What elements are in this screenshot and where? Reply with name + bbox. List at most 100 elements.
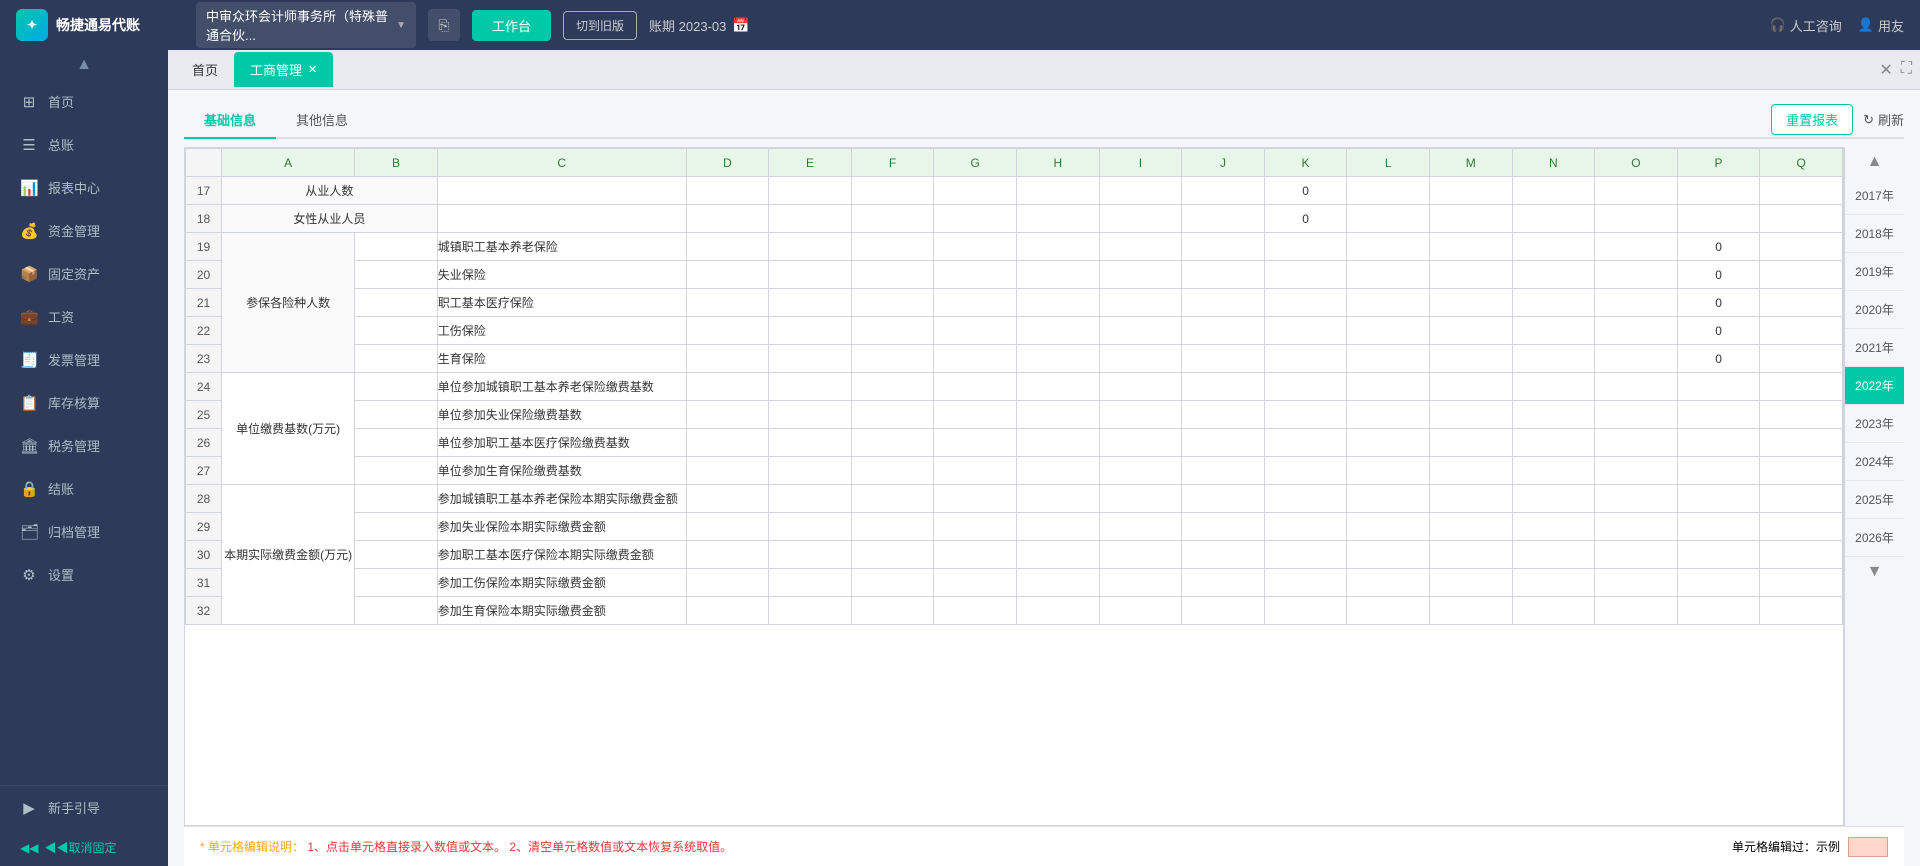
cell-23-c[interactable]: 生育保险 bbox=[437, 345, 686, 373]
cell-26-g[interactable] bbox=[934, 429, 1017, 457]
cell-28-h[interactable] bbox=[1016, 485, 1099, 513]
cell-32-o[interactable] bbox=[1595, 597, 1678, 625]
cell-31-k[interactable] bbox=[1264, 569, 1347, 597]
cell-19-k[interactable] bbox=[1264, 233, 1347, 261]
year-2017[interactable]: 2017年 bbox=[1845, 177, 1904, 215]
cell-29-n[interactable] bbox=[1512, 513, 1595, 541]
year-2021[interactable]: 2021年 bbox=[1845, 329, 1904, 367]
sidebar-scroll-up[interactable]: ▲ bbox=[0, 50, 168, 80]
cell-23-g[interactable] bbox=[934, 345, 1017, 373]
cell-29-k[interactable] bbox=[1264, 513, 1347, 541]
cell-30-l[interactable] bbox=[1347, 541, 1430, 569]
user-menu[interactable]: 👤 用友 bbox=[1858, 16, 1904, 35]
year-2023[interactable]: 2023年 bbox=[1845, 405, 1904, 443]
year-2022[interactable]: 2022年 bbox=[1845, 367, 1904, 405]
cell-20-l[interactable] bbox=[1347, 261, 1430, 289]
cell-28-e[interactable] bbox=[769, 485, 852, 513]
sub-tab-other[interactable]: 其他信息 bbox=[276, 102, 368, 139]
cell-21-i[interactable] bbox=[1099, 289, 1182, 317]
cell-28-g[interactable] bbox=[934, 485, 1017, 513]
cell-17-k[interactable]: 0 bbox=[1264, 177, 1347, 205]
cell-23-p[interactable]: 0 bbox=[1677, 345, 1760, 373]
cell-25-m[interactable] bbox=[1429, 401, 1512, 429]
cell-18-m[interactable] bbox=[1429, 205, 1512, 233]
sidebar-item-finance[interactable]: 💰 资金管理 bbox=[0, 209, 168, 252]
cell-29-o[interactable] bbox=[1595, 513, 1678, 541]
cell-27-d[interactable] bbox=[686, 457, 769, 485]
cell-27-k[interactable] bbox=[1264, 457, 1347, 485]
cell-18-g[interactable] bbox=[934, 205, 1017, 233]
cell-31-l[interactable] bbox=[1347, 569, 1430, 597]
cell-21-k[interactable] bbox=[1264, 289, 1347, 317]
cell-28-c[interactable]: 参加城镇职工基本养老保险本期实际缴费金额 bbox=[437, 485, 686, 513]
year-scroll-down[interactable]: ▼ bbox=[1861, 557, 1889, 587]
cell-30-b[interactable] bbox=[355, 541, 438, 569]
cell-20-f[interactable] bbox=[851, 261, 934, 289]
cell-22-j[interactable] bbox=[1182, 317, 1265, 345]
cell-32-c[interactable]: 参加生育保险本期实际缴费金额 bbox=[437, 597, 686, 625]
cell-30-m[interactable] bbox=[1429, 541, 1512, 569]
cell-19-a[interactable]: 参保各险种人数 bbox=[222, 233, 355, 373]
cell-24-q[interactable] bbox=[1760, 373, 1843, 401]
cell-18-e[interactable] bbox=[769, 205, 852, 233]
cell-32-k[interactable] bbox=[1264, 597, 1347, 625]
cell-28-k[interactable] bbox=[1264, 485, 1347, 513]
refresh-button[interactable]: ↻ 刷新 bbox=[1863, 110, 1904, 129]
cell-25-c[interactable]: 单位参加失业保险缴费基数 bbox=[437, 401, 686, 429]
cell-31-p[interactable] bbox=[1677, 569, 1760, 597]
maximize-icon[interactable]: ⛶ bbox=[1901, 60, 1912, 80]
sidebar-item-close[interactable]: 🔒 结账 bbox=[0, 467, 168, 510]
cell-26-o[interactable] bbox=[1595, 429, 1678, 457]
cell-22-n[interactable] bbox=[1512, 317, 1595, 345]
cell-30-o[interactable] bbox=[1595, 541, 1678, 569]
sidebar-item-home[interactable]: ⊞ 首页 bbox=[0, 80, 168, 123]
cell-27-g[interactable] bbox=[934, 457, 1017, 485]
cell-19-l[interactable] bbox=[1347, 233, 1430, 261]
cell-20-q[interactable] bbox=[1760, 261, 1843, 289]
cell-17-e[interactable] bbox=[769, 177, 852, 205]
sub-tab-basic[interactable]: 基础信息 bbox=[184, 102, 276, 139]
cell-30-g[interactable] bbox=[934, 541, 1017, 569]
sidebar-item-ledger[interactable]: ☰ 总账 bbox=[0, 123, 168, 166]
cell-30-f[interactable] bbox=[851, 541, 934, 569]
cell-29-q[interactable] bbox=[1760, 513, 1843, 541]
calendar-icon[interactable]: 📅 bbox=[732, 17, 749, 34]
cell-18-q[interactable] bbox=[1760, 205, 1843, 233]
cell-25-j[interactable] bbox=[1182, 401, 1265, 429]
cell-32-p[interactable] bbox=[1677, 597, 1760, 625]
cell-17-q[interactable] bbox=[1760, 177, 1843, 205]
cell-23-d[interactable] bbox=[686, 345, 769, 373]
cell-19-o[interactable] bbox=[1595, 233, 1678, 261]
cell-20-h[interactable] bbox=[1016, 261, 1099, 289]
cell-20-m[interactable] bbox=[1429, 261, 1512, 289]
cell-20-g[interactable] bbox=[934, 261, 1017, 289]
cell-17-c[interactable] bbox=[437, 177, 686, 205]
cell-32-b[interactable] bbox=[355, 597, 438, 625]
cell-24-n[interactable] bbox=[1512, 373, 1595, 401]
cell-17-n[interactable] bbox=[1512, 177, 1595, 205]
cell-24-j[interactable] bbox=[1182, 373, 1265, 401]
cell-28-d[interactable] bbox=[686, 485, 769, 513]
sidebar-item-payroll[interactable]: 💼 工资 bbox=[0, 295, 168, 338]
cell-22-c[interactable]: 工伤保险 bbox=[437, 317, 686, 345]
cell-29-d[interactable] bbox=[686, 513, 769, 541]
cell-28-n[interactable] bbox=[1512, 485, 1595, 513]
cell-23-o[interactable] bbox=[1595, 345, 1678, 373]
cell-23-i[interactable] bbox=[1099, 345, 1182, 373]
cell-28-q[interactable] bbox=[1760, 485, 1843, 513]
cell-25-b[interactable] bbox=[355, 401, 438, 429]
cell-30-p[interactable] bbox=[1677, 541, 1760, 569]
cell-24-a[interactable]: 单位缴费基数(万元) bbox=[222, 373, 355, 485]
cell-31-q[interactable] bbox=[1760, 569, 1843, 597]
cell-18-i[interactable] bbox=[1099, 205, 1182, 233]
cell-23-f[interactable] bbox=[851, 345, 934, 373]
cell-28-j[interactable] bbox=[1182, 485, 1265, 513]
reset-button[interactable]: 重置报表 bbox=[1771, 104, 1853, 135]
cell-18-k[interactable]: 0 bbox=[1264, 205, 1347, 233]
cell-27-n[interactable] bbox=[1512, 457, 1595, 485]
cell-29-h[interactable] bbox=[1016, 513, 1099, 541]
cell-19-j[interactable] bbox=[1182, 233, 1265, 261]
cell-31-j[interactable] bbox=[1182, 569, 1265, 597]
cell-30-i[interactable] bbox=[1099, 541, 1182, 569]
cell-30-j[interactable] bbox=[1182, 541, 1265, 569]
